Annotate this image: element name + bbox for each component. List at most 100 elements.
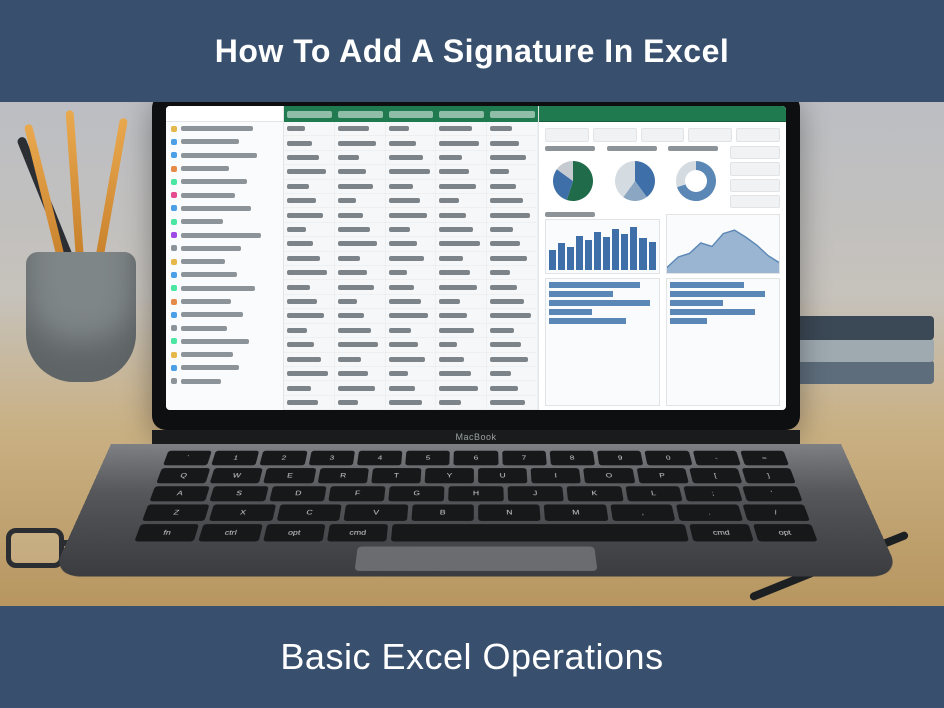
keyboard-key: C [276,505,341,521]
keyboard-key: / [742,505,810,521]
keyboard-key: W [210,468,263,483]
table-cell [386,309,437,322]
laptop-keyboard: `1234567890-=QWERTYUIOP[]ASDFGHJKL;'ZXCV… [134,451,817,542]
table-cell [335,280,386,293]
table-cell [284,223,335,236]
area-chart [666,212,781,274]
keyboard-key: G [388,486,444,502]
table-cell [487,295,538,308]
horizontal-bar-chart [666,278,781,406]
table-row [284,136,538,150]
table-cell [386,122,437,135]
table-cell [335,151,386,164]
table-cell [335,136,386,149]
keyboard-key: O [583,468,634,483]
table-cell [386,237,437,250]
kpi-card [641,128,685,142]
table-cell [284,208,335,221]
pencil-prop [24,123,68,270]
table-cell [335,309,386,322]
pie-chart-icon [612,158,658,204]
table-cell [436,295,487,308]
kpi-card [545,128,589,142]
table-cell [335,252,386,265]
keyboard-key: cmd [690,524,754,541]
table-cell [487,180,538,193]
keyboard-key: - [692,451,740,465]
table-row [284,237,538,251]
excel-dashboard-panel [538,106,786,410]
table-cell [386,223,437,236]
table-cell [386,381,437,394]
table-cell [386,252,437,265]
table-row [284,367,538,381]
table-row [284,309,538,323]
table-row [284,122,538,136]
table-cell [436,266,487,279]
excel-window [166,106,786,410]
table-cell [335,338,386,351]
table-cell [487,194,538,207]
keyboard-key: [ [689,468,742,483]
sidebar-item [166,242,283,255]
table-cell [386,367,437,380]
keyboard-key: ' [742,486,802,502]
keyboard-key: Z [142,505,210,521]
keyboard-key: D [269,486,327,502]
table-cell [386,295,437,308]
keyboard-key: R [317,468,368,483]
keyboard-key: Q [156,468,210,483]
keyboard-key: . [676,505,743,521]
sidebar-item [166,255,283,268]
kpi-card [736,128,780,142]
table-cell [487,280,538,293]
table-cell [386,194,437,207]
table-cell [284,396,335,409]
table-cell [436,194,487,207]
laptop: MacBook `1234567890-=QWERTYUIOP[]ASDFGHJ… [152,102,800,604]
area-chart-icon [667,215,780,273]
table-cell [284,309,335,322]
keyboard-key: 8 [549,451,595,465]
table-row [284,252,538,266]
excel-sidebar [166,106,284,410]
keyboard-key: K [566,486,623,502]
sidebar-item [166,375,283,388]
pie-chart-1 [545,146,601,208]
table-cell [436,136,487,149]
keyboard-key: Y [424,468,473,483]
laptop-trackpad [355,547,598,571]
sidebar-item [166,202,283,215]
pie-chart-2 [607,146,663,208]
bottom-banner: Basic Excel Operations [0,606,944,708]
table-cell [487,266,538,279]
sidebar-item [166,361,283,374]
table-cell [487,122,538,135]
sidebar-item [166,188,283,201]
table-cell [284,151,335,164]
keyboard-key: 4 [357,451,403,465]
table-row [284,381,538,395]
table-cell [284,280,335,293]
keyboard-key: X [209,505,276,521]
table-cell [487,367,538,380]
pencil-prop [94,118,128,267]
keyboard-key: M [544,505,608,521]
table-cell [487,338,538,351]
table-row [284,324,538,338]
sidebar-item [166,295,283,308]
table-cell [335,237,386,250]
table-row [284,295,538,309]
excel-column-headers [284,106,538,122]
keyboard-key: P [636,468,688,483]
table-cell [386,165,437,178]
laptop-base: `1234567890-=QWERTYUIOP[]ASDFGHJKL;'ZXCV… [51,444,900,576]
top-banner-text: How To Add A Signature In Excel [215,33,730,70]
keyboard-key: F [329,486,386,502]
table-cell [284,237,335,250]
table-cell [436,353,487,366]
sidebar-header [166,106,283,122]
table-cell [386,396,437,409]
table-cell [386,151,437,164]
sidebar-item [166,335,283,348]
